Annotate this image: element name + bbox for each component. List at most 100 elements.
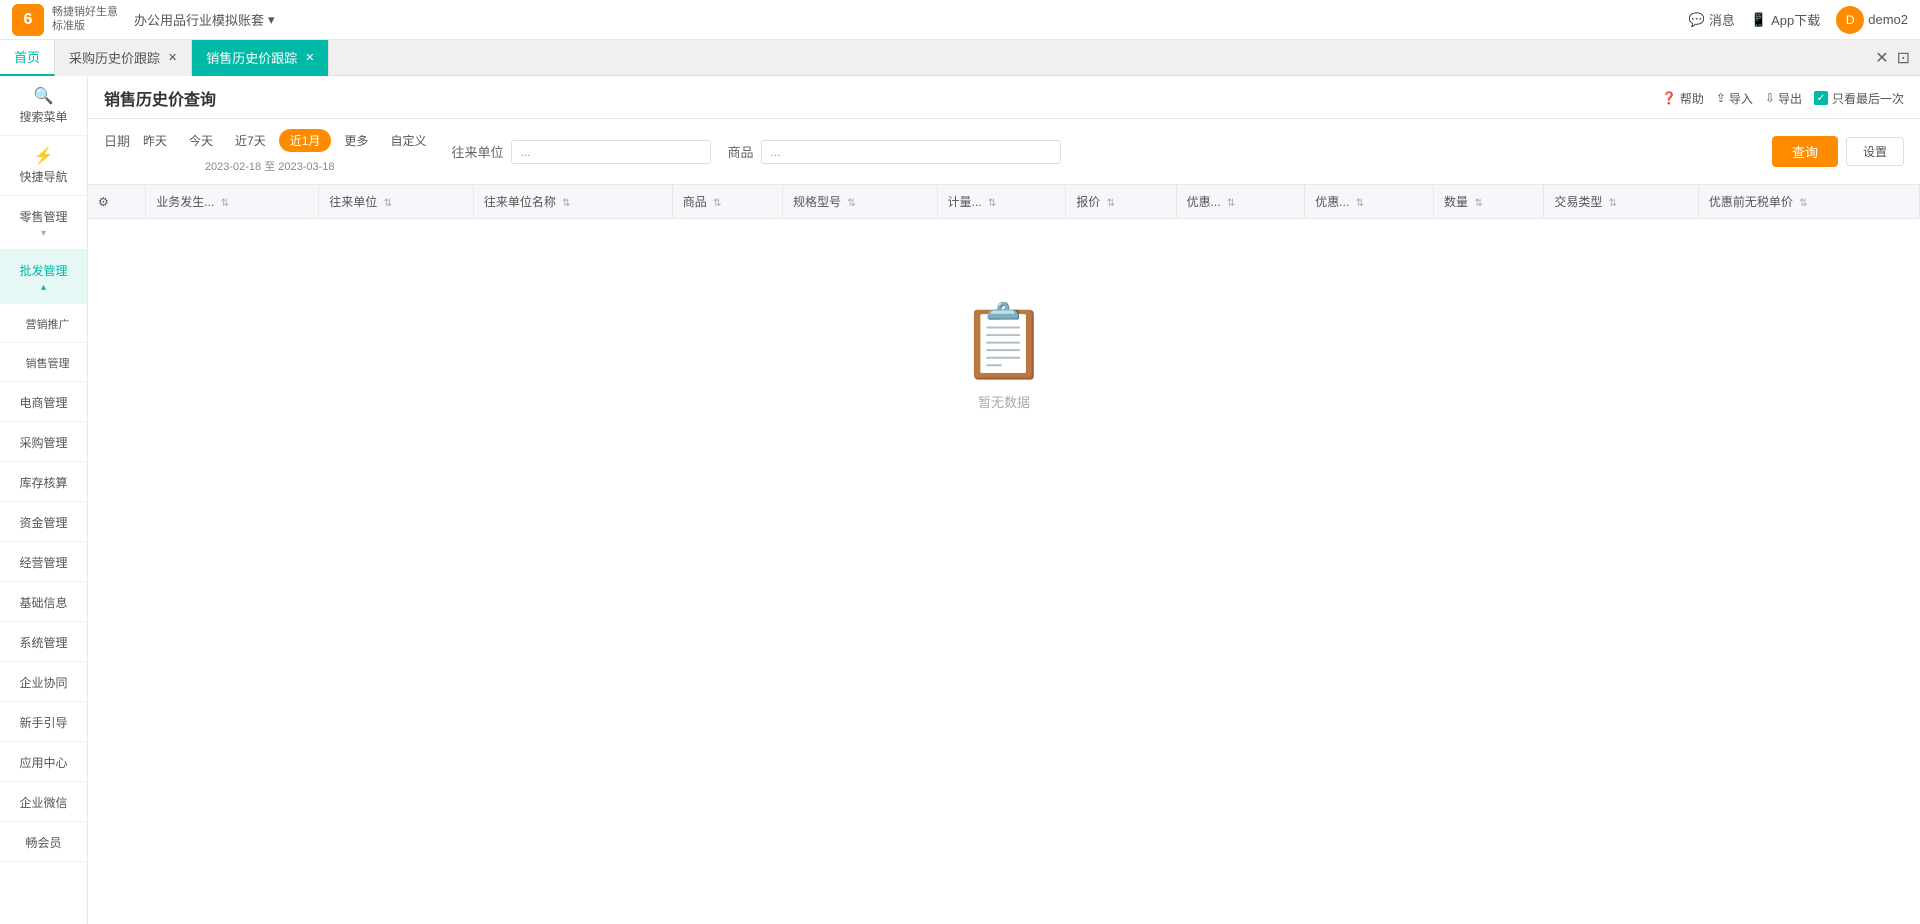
sort-arrows-goods: ⇅ — [713, 198, 721, 209]
sidebar: 🔍 搜索菜单 ⚡ 快捷导航 零售管理 ▾ 批发管理 ▴ 营销推广 销售管理 电商… — [0, 76, 88, 924]
account-selector[interactable]: 办公用品行业模拟账套 ▾ — [126, 6, 283, 33]
date-btn-7days[interactable]: 近7天 — [226, 129, 275, 152]
sidebar-item-vip[interactable]: 畅会员 — [0, 822, 87, 862]
help-btn[interactable]: ❓ 帮助 — [1662, 90, 1704, 107]
sort-arrows-unit: ⇅ — [988, 198, 996, 209]
col-goods-label: 商品 — [683, 195, 707, 209]
col-quote[interactable]: 报价 ⇅ — [1066, 185, 1176, 219]
sidebar-item-quick-nav[interactable]: ⚡ 快捷导航 — [0, 136, 87, 196]
close-sales-history-tab[interactable]: ✕ — [305, 51, 314, 64]
sidebar-item-sales-mgmt[interactable]: 销售管理 — [0, 343, 87, 382]
page-header-actions: ❓ 帮助 ⇪ 导入 ⇩ 导出 ✓ 只看最后一次 — [1662, 90, 1904, 115]
date-btn-today[interactable]: 今天 — [180, 129, 222, 152]
tabbar: 首页 采购历史价跟踪 ✕ 销售历史价跟踪 ✕ ✕ ⊡ — [0, 40, 1920, 76]
sidebar-item-system-mgmt[interactable]: 系统管理 — [0, 622, 87, 662]
date-btn-yesterday[interactable]: 昨天 — [134, 129, 176, 152]
import-btn[interactable]: ⇪ 导入 — [1716, 90, 1753, 107]
settings-button[interactable]: 设置 — [1846, 137, 1904, 166]
date-filter-row: 日期 昨天 今天 近7天 近1月 更多 自定义 — [104, 129, 435, 152]
partner-input[interactable]: ... — [511, 140, 711, 164]
search-icon: 🔍 — [4, 86, 83, 106]
sidebar-label-purchase-mgmt: 采购管理 — [4, 434, 83, 451]
only-last-checkbox-label[interactable]: ✓ 只看最后一次 — [1814, 90, 1904, 107]
page-header: 销售历史价查询 ❓ 帮助 ⇪ 导入 ⇩ 导出 ✓ — [88, 76, 1920, 119]
main-layout: 🔍 搜索菜单 ⚡ 快捷导航 零售管理 ▾ 批发管理 ▴ 营销推广 销售管理 电商… — [0, 76, 1920, 924]
col-unit[interactable]: 计量... ⇅ — [937, 185, 1066, 219]
sidebar-label-wholesale-mgmt: 批发管理 — [4, 262, 83, 279]
settings-icon[interactable]: ⚙ — [98, 195, 109, 209]
tab-home[interactable]: 首页 — [0, 40, 55, 76]
sidebar-item-enterprise-wechat[interactable]: 企业微信 — [0, 782, 87, 822]
col-spec[interactable]: 规格型号 ⇅ — [782, 185, 937, 219]
tabbar-actions: ✕ ⊡ — [1875, 48, 1920, 68]
sidebar-item-ecommerce[interactable]: 电商管理 — [0, 382, 87, 422]
col-partner-code[interactable]: 往来单位 ⇅ — [319, 185, 474, 219]
sidebar-item-operation[interactable]: 经营管理 — [0, 542, 87, 582]
sidebar-item-enterprise[interactable]: 企业协同 — [0, 662, 87, 702]
avatar: D — [1836, 6, 1864, 34]
sidebar-label-operation: 经营管理 — [4, 554, 83, 571]
tab-sales-history-label: 销售历史价跟踪 — [206, 48, 297, 67]
sidebar-item-inventory[interactable]: 库存核算 — [0, 462, 87, 502]
only-last-checkbox[interactable]: ✓ — [1814, 91, 1828, 105]
sidebar-label-ecommerce: 电商管理 — [4, 394, 83, 411]
table-header: ⚙ 业务发生... ⇅ 往来单位 ⇅ 往来单位名称 ⇅ — [88, 185, 1920, 219]
query-button[interactable]: 查询 — [1772, 136, 1838, 167]
col-discount2[interactable]: 优惠... ⇅ — [1305, 185, 1434, 219]
export-btn[interactable]: ⇩ 导出 — [1765, 90, 1802, 107]
maximize-btn[interactable]: ⊡ — [1897, 48, 1910, 68]
user-profile[interactable]: D demo2 — [1836, 6, 1908, 34]
col-biz-date[interactable]: 业务发生... ⇅ — [146, 185, 319, 219]
sidebar-label-inventory: 库存核算 — [4, 474, 83, 491]
sidebar-item-guide[interactable]: 新手引导 — [0, 702, 87, 742]
topbar-left: 6 畅捷销好生意 标准版 办公用品行业模拟账套 ▾ — [12, 4, 283, 36]
sidebar-item-marketing[interactable]: 营销推广 — [0, 304, 87, 343]
col-settings[interactable]: ⚙ — [88, 185, 146, 219]
goods-filter-group: 商品 ... — [727, 140, 1061, 164]
sidebar-item-app-center[interactable]: 应用中心 — [0, 742, 87, 782]
help-label: 帮助 — [1680, 90, 1704, 107]
app-download-btn[interactable]: 📱 App下载 — [1751, 10, 1820, 29]
sidebar-label-system-mgmt: 系统管理 — [4, 634, 83, 651]
col-quantity[interactable]: 数量 ⇅ — [1434, 185, 1544, 219]
sidebar-item-purchase-mgmt[interactable]: 采购管理 — [0, 422, 87, 462]
sidebar-label-vip: 畅会员 — [4, 834, 83, 851]
message-icon: 💬 — [1689, 12, 1705, 28]
topbar: 6 畅捷销好生意 标准版 办公用品行业模拟账套 ▾ 💬 消息 📱 App下载 D… — [0, 0, 1920, 40]
date-btn-more[interactable]: 更多 — [335, 129, 377, 152]
only-last-label: 只看最后一次 — [1832, 90, 1904, 107]
sidebar-item-search-menu[interactable]: 🔍 搜索菜单 — [0, 76, 87, 136]
tab-sales-history[interactable]: 销售历史价跟踪 ✕ — [192, 40, 329, 76]
sidebar-label-app-center: 应用中心 — [4, 754, 83, 771]
table-container: ⚙ 业务发生... ⇅ 往来单位 ⇅ 往来单位名称 ⇅ — [88, 185, 1920, 924]
username: demo2 — [1868, 12, 1908, 27]
toolbar-right: 查询 设置 — [1772, 136, 1904, 167]
sort-arrows-quantity: ⇅ — [1474, 198, 1482, 209]
close-all-tabs-btn[interactable]: ✕ — [1875, 48, 1888, 68]
message-btn[interactable]: 💬 消息 — [1689, 10, 1735, 29]
sidebar-item-basic-info[interactable]: 基础信息 — [0, 582, 87, 622]
goods-input[interactable]: ... — [761, 140, 1061, 164]
col-pretax-price[interactable]: 优惠前无税单价 ⇅ — [1698, 185, 1919, 219]
date-label: 日期 — [104, 131, 130, 150]
download-icon: 📱 — [1751, 12, 1767, 28]
sidebar-item-retail-mgmt[interactable]: 零售管理 ▾ — [0, 196, 87, 250]
col-quote-label: 报价 — [1076, 195, 1100, 209]
date-btn-custom[interactable]: 自定义 — [381, 129, 435, 152]
app-logo: 6 — [12, 4, 44, 36]
sidebar-label-sales-mgmt: 销售管理 — [12, 355, 83, 371]
data-table: ⚙ 业务发生... ⇅ 往来单位 ⇅ 往来单位名称 ⇅ — [88, 185, 1920, 219]
sidebar-item-wholesale-mgmt[interactable]: 批发管理 ▴ — [0, 250, 87, 304]
col-partner-name[interactable]: 往来单位名称 ⇅ — [473, 185, 672, 219]
col-trade-type[interactable]: 交易类型 ⇅ — [1544, 185, 1699, 219]
col-goods[interactable]: 商品 ⇅ — [672, 185, 782, 219]
tab-purchase-history[interactable]: 采购历史价跟踪 ✕ — [55, 40, 192, 76]
date-btn-1month[interactable]: 近1月 — [279, 129, 332, 152]
empty-state: 📋 暂无数据 — [88, 219, 1920, 491]
col-trade-type-label: 交易类型 — [1554, 195, 1602, 209]
sidebar-item-finance[interactable]: 资金管理 — [0, 502, 87, 542]
col-discount1[interactable]: 优惠... ⇅ — [1176, 185, 1305, 219]
export-label: 导出 — [1778, 90, 1802, 107]
close-purchase-history-tab[interactable]: ✕ — [168, 51, 177, 64]
import-icon: ⇪ — [1716, 91, 1726, 105]
